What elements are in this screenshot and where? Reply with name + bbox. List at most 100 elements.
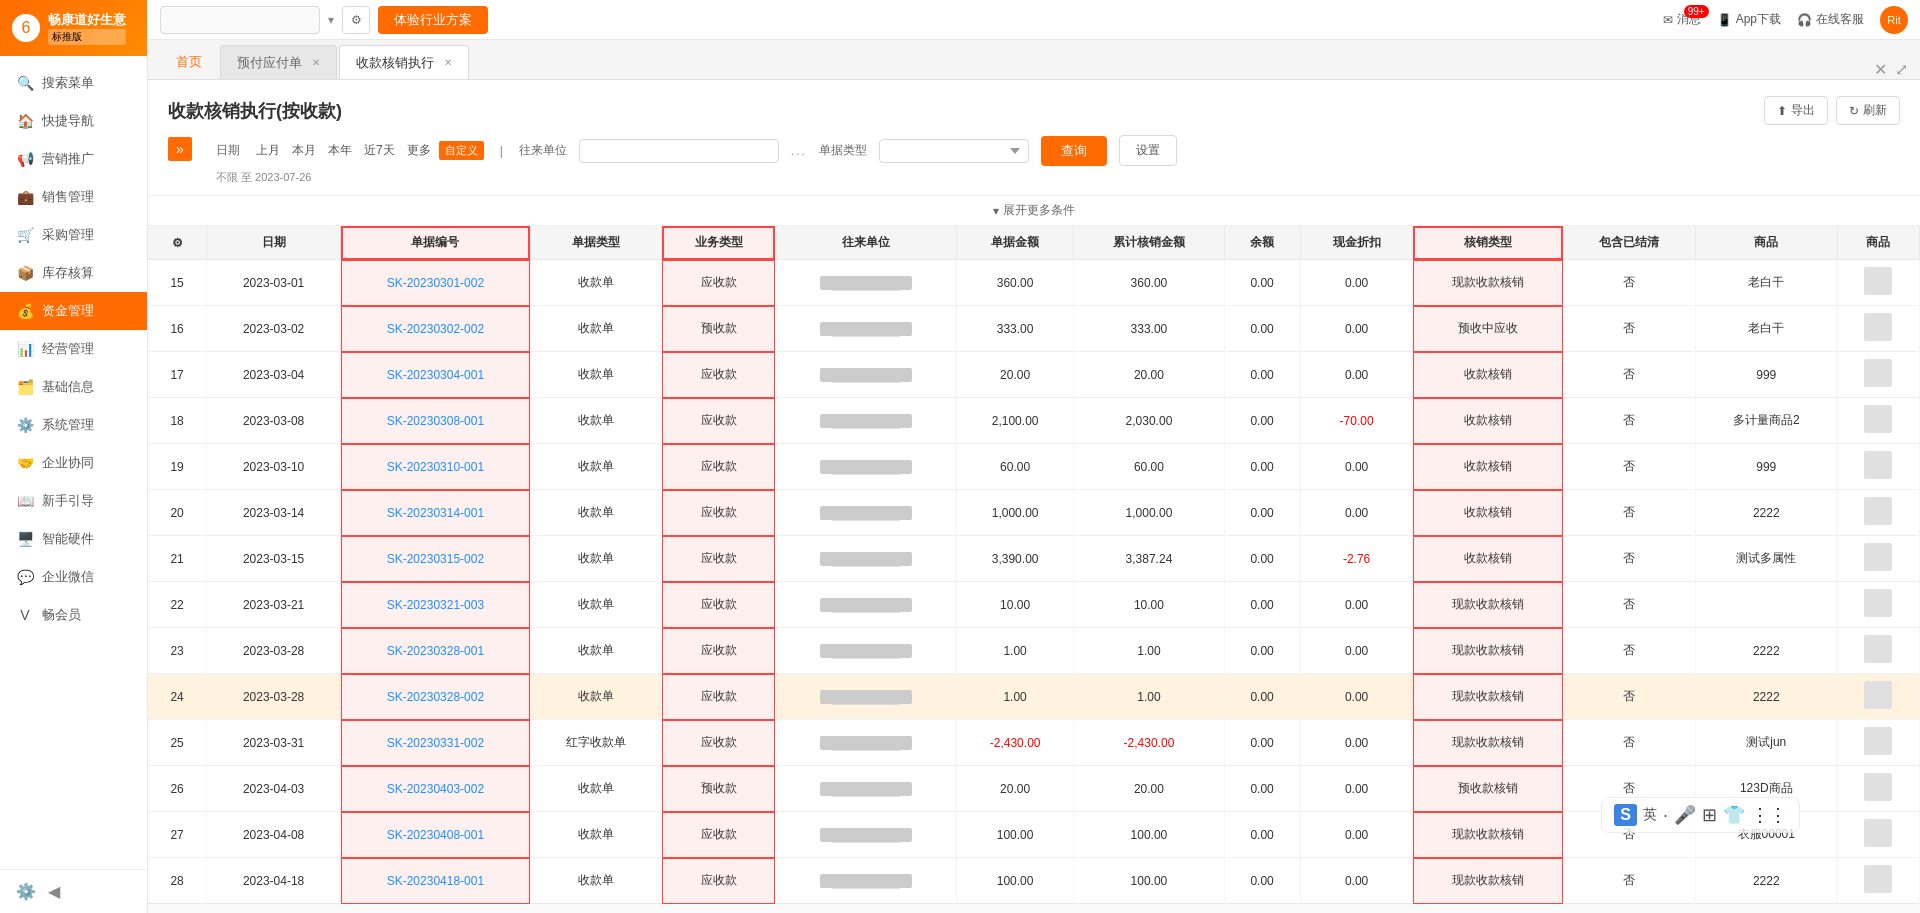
sidebar-item-hardware[interactable]: 🖥️智能硬件 — [0, 520, 147, 558]
doc-link[interactable]: SK-20230418-001 — [387, 874, 484, 888]
cell-write_off_type: 现款收款核销 — [1413, 858, 1563, 904]
cell-cash_discount: -70.00 — [1300, 398, 1413, 444]
cell-date: 2023-03-28 — [207, 674, 341, 720]
cell-doc_type: 收款单 — [530, 306, 662, 352]
tab-close-icon[interactable]: ✕ — [312, 57, 320, 68]
sidebar-item-sales[interactable]: 💼销售管理 — [0, 178, 147, 216]
cell-biz_type: 应收款 — [662, 398, 775, 444]
cell-amount: -2,430.00 — [956, 720, 1073, 766]
cell-partner: ████████ — [775, 858, 956, 904]
col-header-cumulative: 累计核销金额 — [1074, 226, 1224, 260]
cell-biz_type: 应收款 — [662, 628, 775, 674]
cell-cumulative: 1.00 — [1074, 628, 1224, 674]
date-opt[interactable]: 更多 — [403, 140, 435, 161]
cell-amount: 20.00 — [956, 352, 1073, 398]
topbar-message-btn[interactable]: ✉ 消息 99+ — [1663, 11, 1701, 28]
doc-link[interactable]: SK-20230308-001 — [387, 414, 484, 428]
cell-doc_type: 收款单 — [530, 398, 662, 444]
doc-link[interactable]: SK-20230302-002 — [387, 322, 484, 336]
doc-link[interactable]: SK-20230331-002 — [387, 736, 484, 750]
cell-doc_type: 收款单 — [530, 536, 662, 582]
doc-link[interactable]: SK-20230328-001 — [387, 644, 484, 658]
cell-cumulative: 360.00 — [1074, 260, 1224, 306]
maximize-icon[interactable]: ⤢ — [1895, 60, 1908, 79]
sidebar-item-search[interactable]: 🔍搜索菜单 — [0, 64, 147, 102]
cell-doc_no: SK-20230301-002 — [341, 260, 531, 306]
date-opt[interactable]: 本年 — [324, 140, 356, 161]
sidebar-item-guide[interactable]: 📖新手引导 — [0, 482, 147, 520]
sidebar-item-inventory[interactable]: 📦库存核算 — [0, 254, 147, 292]
refresh-button[interactable]: ↻ 刷新 — [1836, 96, 1900, 125]
sidebar-item-system[interactable]: ⚙️系统管理 — [0, 406, 147, 444]
doc-link[interactable]: SK-20230315-002 — [387, 552, 484, 566]
sidebar-item-label: 系统管理 — [42, 416, 94, 434]
solution-button[interactable]: 体验行业方案 — [378, 6, 488, 34]
doc-link[interactable]: SK-20230321-003 — [387, 598, 484, 612]
doc-link[interactable]: SK-20230314-001 — [387, 506, 484, 520]
doc-link[interactable]: SK-20230310-001 — [387, 460, 484, 474]
query-button[interactable]: 查询 — [1041, 136, 1107, 166]
date-opt[interactable]: 上月 — [252, 140, 284, 161]
sidebar-item-wechat[interactable]: 💬企业微信 — [0, 558, 147, 596]
member-icon: V — [16, 607, 34, 623]
cell-date: 2023-03-10 — [207, 444, 341, 490]
cell-doc_no: SK-20230314-001 — [341, 490, 531, 536]
cell-partner: ████████ — [775, 398, 956, 444]
tab-home[interactable]: 首页 — [160, 45, 218, 79]
cell-cash_discount: 0.00 — [1300, 582, 1413, 628]
doc-type-select[interactable] — [879, 139, 1029, 163]
date-opt[interactable]: 近7天 — [360, 140, 399, 161]
cell-amount: 100.00 — [956, 812, 1073, 858]
topbar-service-btn[interactable]: 🎧 在线客服 — [1797, 11, 1864, 28]
date-custom-btn[interactable]: 自定义 — [439, 141, 484, 160]
cell-partner: ████████ — [775, 306, 956, 352]
sidebar-item-member[interactable]: V畅会员 — [0, 596, 147, 634]
cell-cumulative: 10.00 — [1074, 582, 1224, 628]
filter-toggle-btn[interactable]: » — [168, 137, 192, 161]
tab-close-icon[interactable]: ✕ — [444, 57, 452, 68]
settings-icon[interactable]: ⚙️ — [16, 882, 36, 901]
sidebar-item-quick[interactable]: 🏠快捷导航 — [0, 102, 147, 140]
sidebar-item-collab[interactable]: 🤝企业协同 — [0, 444, 147, 482]
doc-link[interactable]: SK-20230403-002 — [387, 782, 484, 796]
collapse-icon[interactable]: ◀ — [48, 882, 60, 901]
cell-write_off_type: 现款收款核销 — [1413, 260, 1563, 306]
doc-link[interactable]: SK-20230408-001 — [387, 828, 484, 842]
cell-cash_discount: 0.00 — [1300, 306, 1413, 352]
settings-filter-button[interactable]: 设置 — [1119, 135, 1177, 166]
doc-link[interactable]: SK-20230328-002 — [387, 690, 484, 704]
tab-collection[interactable]: 收款核销执行✕ — [339, 45, 469, 79]
cell-doc_no: SK-20230321-003 — [341, 582, 531, 628]
sidebar-item-marketing[interactable]: 📢营销推广 — [0, 140, 147, 178]
cell-doc_type: 收款单 — [530, 490, 662, 536]
sidebar-item-finance[interactable]: 💰资金管理 — [0, 292, 147, 330]
topbar-gear-btn[interactable]: ⚙ — [342, 6, 370, 34]
export-icon: ⬆ — [1777, 104, 1787, 118]
cell-doc_no: SK-20230331-002 — [341, 720, 531, 766]
cell-include_settled: 否 — [1563, 398, 1695, 444]
refresh-icon: ↻ — [1849, 104, 1859, 118]
close-tab-icon[interactable]: ✕ — [1874, 60, 1887, 79]
sidebar-item-label: 销售管理 — [42, 188, 94, 206]
sidebar-item-operation[interactable]: 📊经营管理 — [0, 330, 147, 368]
footer-label: 合计 — [148, 904, 341, 914]
tabs-right: ✕ ⤢ — [1874, 60, 1908, 79]
expand-more-button[interactable]: ▾ 展开更多条件 — [993, 202, 1075, 219]
sidebar-item-basic[interactable]: 🗂️基础信息 — [0, 368, 147, 406]
topbar-app-btn[interactable]: 📱 App下载 — [1717, 11, 1781, 28]
cell-goods: 2222 — [1695, 858, 1837, 904]
tab-prepay[interactable]: 预付应付单✕ — [220, 45, 337, 79]
date-opt[interactable]: 本月 — [288, 140, 320, 161]
partner-input[interactable] — [579, 139, 779, 163]
doc-link[interactable]: SK-20230301-002 — [387, 276, 484, 290]
cell-write_off_type: 现款收款核销 — [1413, 812, 1563, 858]
topbar-search-input[interactable] — [160, 6, 320, 34]
export-button[interactable]: ⬆ 导出 — [1764, 96, 1828, 125]
doc-link[interactable]: SK-20230304-001 — [387, 368, 484, 382]
table-row: 222023-03-21SK-20230321-003收款单应收款███████… — [148, 582, 1920, 628]
sidebar-item-purchase[interactable]: 🛒采购管理 — [0, 216, 147, 254]
cell-partner: ████████ — [775, 352, 956, 398]
user-avatar[interactable]: Rit — [1880, 6, 1908, 34]
cell-goods2 — [1837, 628, 1919, 674]
topbar-dropdown[interactable]: ▾ — [328, 13, 334, 27]
